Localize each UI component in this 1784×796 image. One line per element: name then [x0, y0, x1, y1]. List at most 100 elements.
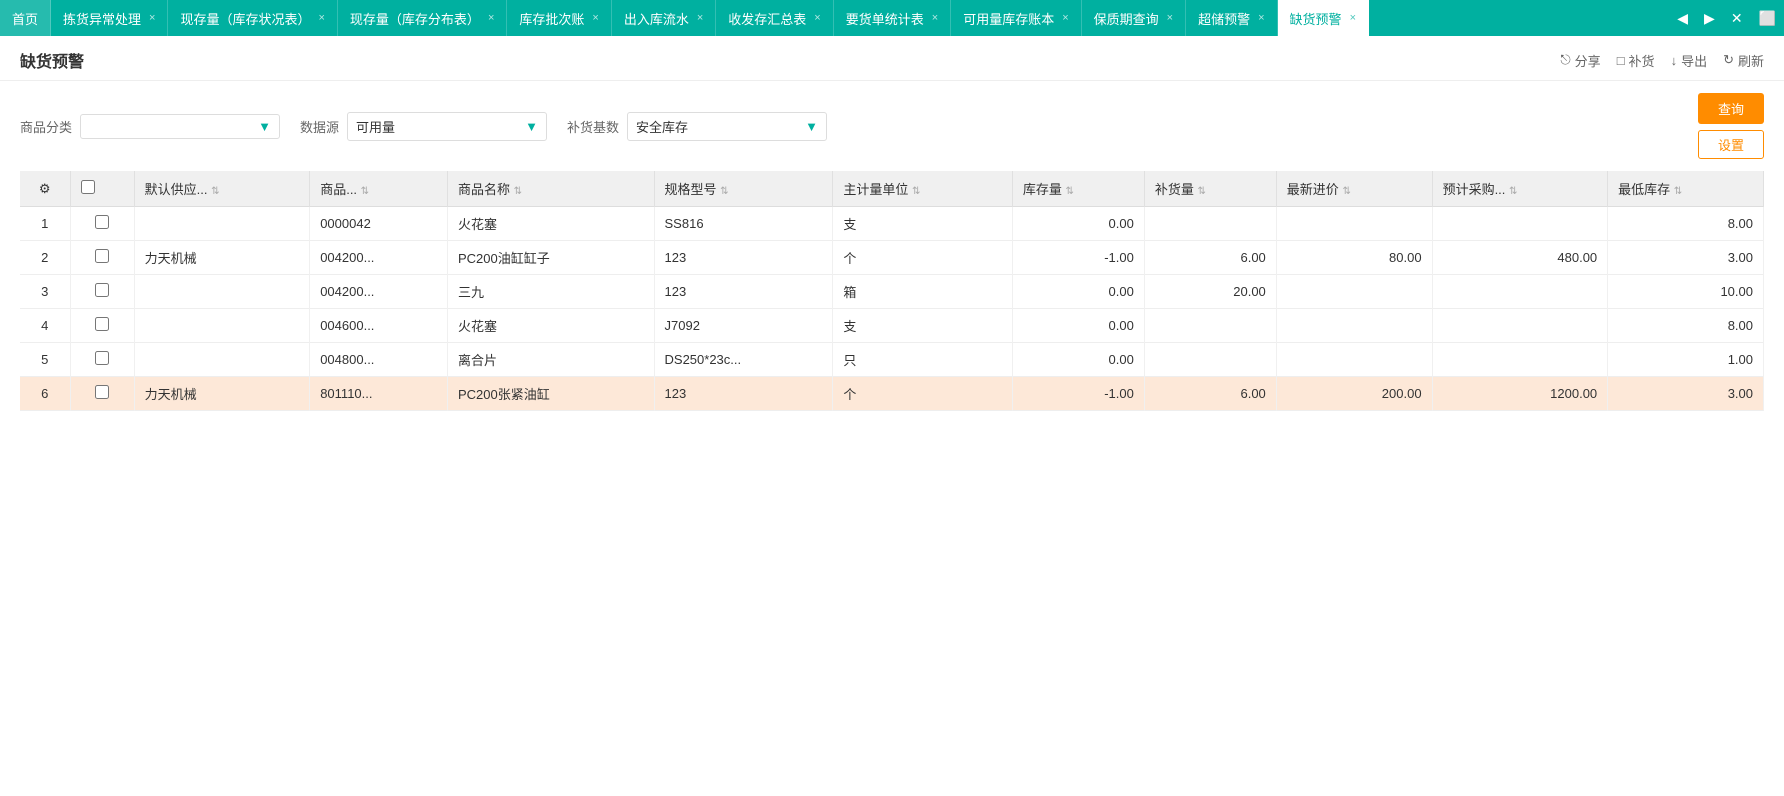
category-label: 商品分类: [20, 117, 72, 136]
table-row: 3 004200... 三九 123 箱 0.00 20.00 10.00: [20, 275, 1764, 309]
row-name: 火花塞: [447, 309, 654, 343]
close-tab-overstock[interactable]: ×: [1258, 12, 1264, 24]
row-unit: 箱: [833, 275, 1013, 309]
tab-available[interactable]: 可用量库存账本 ×: [951, 0, 1081, 36]
row-name: PC200油缸缸子: [447, 241, 654, 275]
row-unit: 个: [833, 241, 1013, 275]
refresh-button[interactable]: ↻ 刷新: [1723, 51, 1764, 70]
replenish-button[interactable]: □ 补货: [1617, 51, 1655, 70]
tab-stock1[interactable]: 现存量（库存状况表） ×: [168, 0, 337, 36]
row-index: 3: [20, 275, 70, 309]
close-tab-shortage[interactable]: ×: [1350, 12, 1356, 24]
restock-select[interactable]: 安全库存 ▼: [627, 112, 827, 141]
row-supplier: 力天机械: [134, 377, 310, 411]
row-checkbox-cell[interactable]: [70, 275, 134, 309]
replenish-icon: □: [1617, 53, 1625, 68]
row-supplier: [134, 207, 310, 241]
share-button[interactable]: ⎋ 分享: [1560, 51, 1600, 70]
close-tab-picking[interactable]: ×: [149, 12, 155, 24]
row-checkbox[interactable]: [95, 215, 109, 229]
close-tab-available[interactable]: ×: [1062, 12, 1068, 24]
restock-label: 补货基数: [567, 117, 619, 136]
col-stock[interactable]: 库存量 ⇅: [1012, 171, 1144, 207]
row-spec: DS250*23c...: [654, 343, 833, 377]
row-min-stock: 3.00: [1608, 377, 1764, 411]
row-stock: -1.00: [1012, 241, 1144, 275]
row-index: 6: [20, 377, 70, 411]
settings-button[interactable]: 设置: [1698, 130, 1764, 159]
row-checkbox[interactable]: [95, 351, 109, 365]
tab-batch[interactable]: 库存批次账 ×: [507, 0, 611, 36]
close-tab-expiry[interactable]: ×: [1167, 12, 1173, 24]
row-checkbox-cell[interactable]: [70, 377, 134, 411]
col-unit[interactable]: 主计量单位 ⇅: [833, 171, 1013, 207]
row-min-stock: 8.00: [1608, 207, 1764, 241]
tab-shortage[interactable]: 缺货预警 ×: [1278, 0, 1369, 36]
tab-stock2[interactable]: 现存量（库存分布表） ×: [338, 0, 507, 36]
close-tab-batch[interactable]: ×: [592, 12, 598, 24]
row-spec: 123: [654, 241, 833, 275]
col-min-stock[interactable]: 最低库存 ⇅: [1608, 171, 1764, 207]
col-estimated[interactable]: 预计采购... ⇅: [1432, 171, 1608, 207]
tab-overstock[interactable]: 超储预警 ×: [1186, 0, 1277, 36]
close-tab-summary[interactable]: ×: [814, 12, 820, 24]
row-stock: 0.00: [1012, 275, 1144, 309]
col-spec[interactable]: 规格型号 ⇅: [654, 171, 833, 207]
close-tab-demand[interactable]: ×: [932, 12, 938, 24]
sort-min-stock-icon: ⇅: [1674, 186, 1682, 197]
row-supplier: [134, 343, 310, 377]
tab-summary[interactable]: 收发存汇总表 ×: [716, 0, 833, 36]
sort-supplier-icon: ⇅: [211, 186, 219, 197]
row-restock: 6.00: [1144, 377, 1276, 411]
row-spec: SS816: [654, 207, 833, 241]
tab-home[interactable]: 首页: [0, 0, 51, 36]
table-row: 1 0000042 火花塞 SS816 支 0.00 8.00: [20, 207, 1764, 241]
category-select[interactable]: ▼: [80, 114, 280, 139]
category-arrow-icon: ▼: [258, 119, 271, 134]
tab-picking[interactable]: 拣货异常处理 ×: [51, 0, 168, 36]
query-button[interactable]: 查询: [1698, 93, 1764, 124]
row-checkbox[interactable]: [95, 283, 109, 297]
row-estimated: 1200.00: [1432, 377, 1608, 411]
close-tab-stock2[interactable]: ×: [488, 12, 494, 24]
tab-demand[interactable]: 要货单统计表 ×: [834, 0, 951, 36]
nav-expand[interactable]: ⬜: [1751, 10, 1784, 27]
row-stock: 0.00: [1012, 207, 1144, 241]
row-index: 2: [20, 241, 70, 275]
close-tab-stock1[interactable]: ×: [318, 12, 324, 24]
datasource-select[interactable]: 可用量 ▼: [347, 112, 547, 141]
gear-icon[interactable]: ⚙: [39, 181, 51, 196]
row-checkbox-cell[interactable]: [70, 241, 134, 275]
row-checkbox-cell[interactable]: [70, 343, 134, 377]
row-restock: [1144, 207, 1276, 241]
row-estimated: [1432, 275, 1608, 309]
col-settings[interactable]: ⚙: [20, 171, 70, 207]
col-supplier[interactable]: 默认供应... ⇅: [134, 171, 310, 207]
select-all-checkbox[interactable]: [81, 180, 95, 194]
nav-prev[interactable]: ◀: [1669, 10, 1696, 27]
row-checkbox[interactable]: [95, 385, 109, 399]
col-price[interactable]: 最新进价 ⇅: [1276, 171, 1432, 207]
row-checkbox-cell[interactable]: [70, 207, 134, 241]
tab-expiry[interactable]: 保质期查询 ×: [1082, 0, 1186, 36]
row-stock: 0.00: [1012, 309, 1144, 343]
table-row: 4 004600... 火花塞 J7092 支 0.00 8.00: [20, 309, 1764, 343]
row-code: 801110...: [310, 377, 448, 411]
category-filter-group: 商品分类 ▼: [20, 114, 280, 139]
export-button[interactable]: ↓ 导出: [1671, 51, 1708, 70]
close-tab-flow[interactable]: ×: [697, 12, 703, 24]
col-checkbox: [70, 171, 134, 207]
col-restock[interactable]: 补货量 ⇅: [1144, 171, 1276, 207]
col-name[interactable]: 商品名称 ⇅: [447, 171, 654, 207]
nav-close[interactable]: ✕: [1723, 10, 1751, 27]
row-checkbox[interactable]: [95, 249, 109, 263]
row-restock: [1144, 309, 1276, 343]
col-code[interactable]: 商品... ⇅: [310, 171, 448, 207]
tab-flow[interactable]: 出入库流水 ×: [612, 0, 716, 36]
nav-next[interactable]: ▶: [1696, 10, 1723, 27]
row-checkbox[interactable]: [95, 317, 109, 331]
sort-code-icon: ⇅: [361, 186, 369, 197]
row-checkbox-cell[interactable]: [70, 309, 134, 343]
row-spec: J7092: [654, 309, 833, 343]
row-estimated: 480.00: [1432, 241, 1608, 275]
